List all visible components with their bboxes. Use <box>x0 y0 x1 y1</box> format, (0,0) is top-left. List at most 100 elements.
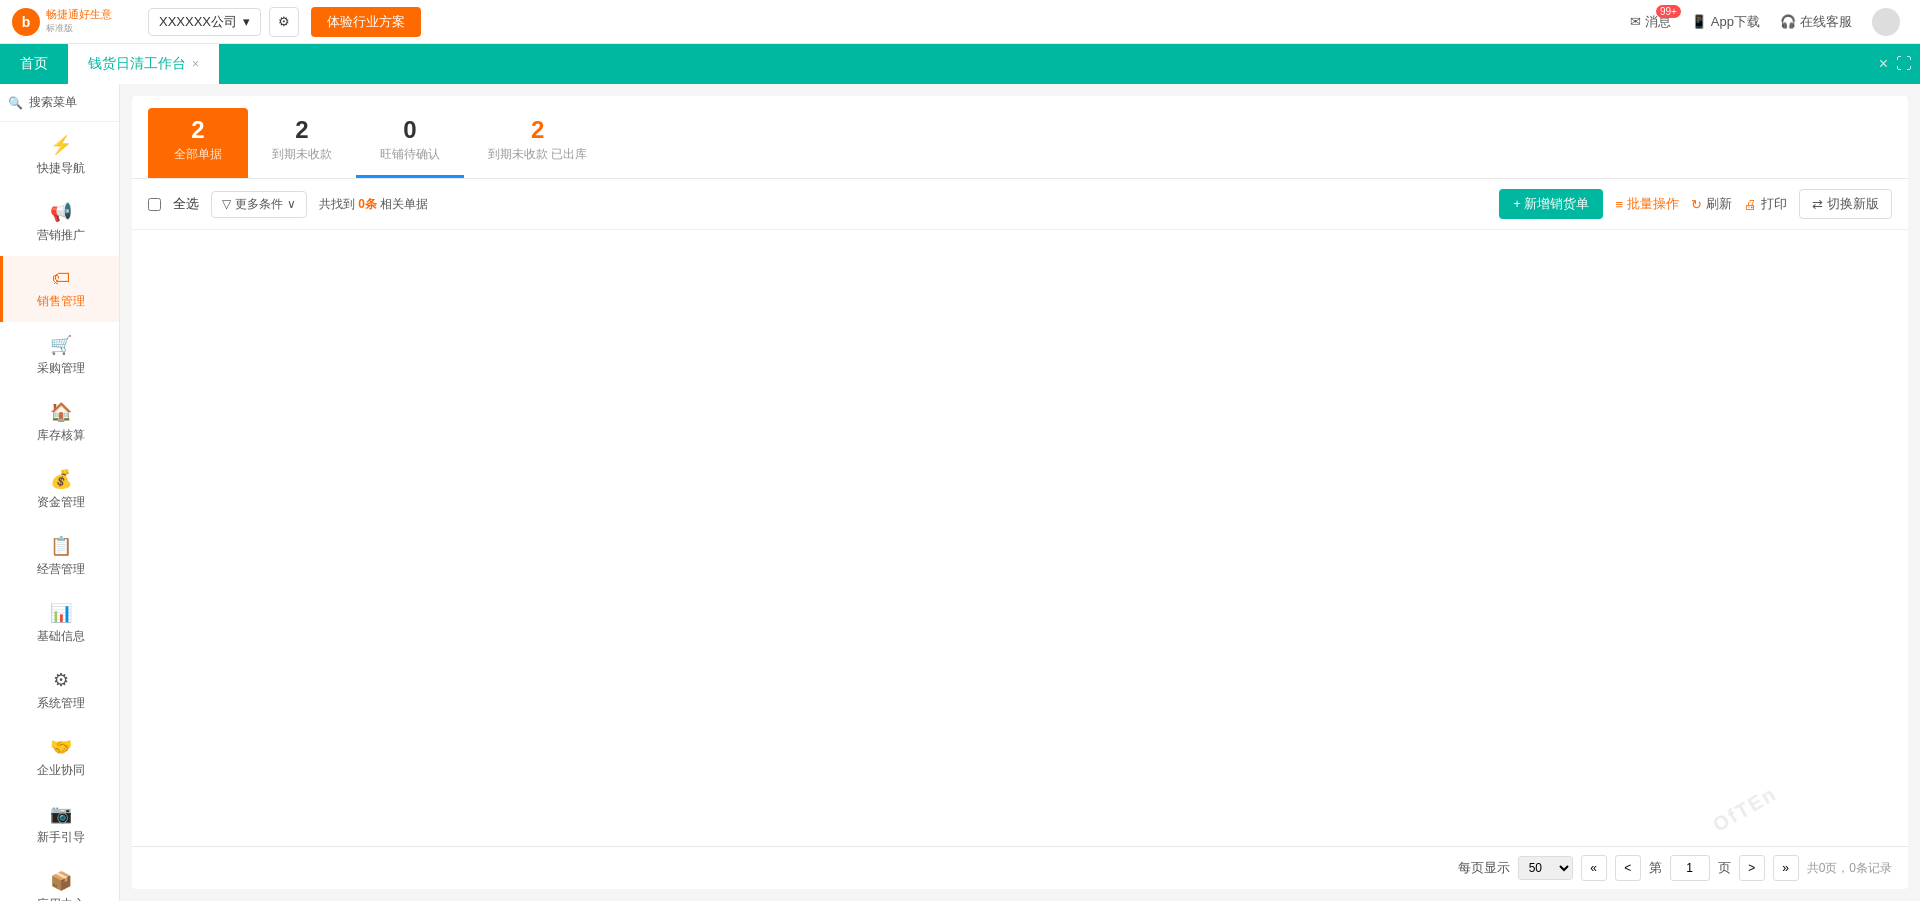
sidebar-item-kuaijie[interactable]: ⚡ 快捷导航 <box>0 122 119 189</box>
sidebar-item-qiye[interactable]: 🤝 企业协同 <box>0 724 119 791</box>
lightning-icon: ⚡ <box>50 134 72 156</box>
sidebar-item-yingxiao[interactable]: 📢 营销推广 <box>0 189 119 256</box>
total-text: 共0页，0条记录 <box>1807 860 1892 877</box>
megaphone-icon: 📢 <box>50 201 72 223</box>
filter-button[interactable]: ▽ 更多条件 ∨ <box>211 191 307 218</box>
refresh-label: 刷新 <box>1706 195 1732 213</box>
stat-tab-overdue-out[interactable]: 2 到期未收款 已出库 <box>464 108 611 178</box>
sidebar-item-caigou[interactable]: 🛒 采购管理 <box>0 322 119 389</box>
found-count: 0条 <box>358 197 377 211</box>
close-window-icon[interactable]: × <box>1879 55 1888 73</box>
logo-area: b 畅捷通好生意 标准版 <box>12 8 132 36</box>
print-label: 打印 <box>1761 195 1787 213</box>
sidebar-item-xinshou[interactable]: 📷 新手引导 <box>0 791 119 858</box>
sidebar-item-kucun[interactable]: 🏠 库存核算 <box>0 389 119 456</box>
tab-work-platform-label: 钱货日清工作台 <box>88 55 186 73</box>
logo-sub: 标准版 <box>46 22 112 35</box>
found-prefix: 共找到 <box>319 197 355 211</box>
stat-tab-wangpu[interactable]: 0 旺铺待确认 <box>356 108 464 178</box>
app-icon: 📦 <box>50 870 72 892</box>
first-page-button[interactable]: « <box>1581 855 1607 881</box>
last-page-button[interactable]: » <box>1773 855 1799 881</box>
sidebar-item-label: 采购管理 <box>37 360 85 377</box>
sidebar-item-jingying[interactable]: 📋 经营管理 <box>0 523 119 590</box>
prev-page-button[interactable]: < <box>1615 855 1641 881</box>
stat-overdue-label: 到期未收款 <box>272 146 332 163</box>
per-page-label: 每页显示 <box>1458 859 1510 877</box>
user-avatar[interactable] <box>1872 8 1908 36</box>
money-icon: 💰 <box>50 468 72 490</box>
tab-close-icon[interactable]: × <box>192 57 199 71</box>
add-sales-order-button[interactable]: + 新增销货单 <box>1499 189 1603 219</box>
settings-button[interactable]: ⚙ <box>269 7 299 37</box>
message-icon: ✉ <box>1630 14 1641 29</box>
sidebar-item-label: 资金管理 <box>37 494 85 511</box>
sidebar-item-label: 营销推广 <box>37 227 85 244</box>
message-button[interactable]: ✉ 消息 99+ <box>1630 13 1671 31</box>
sidebar-item-xiaoshou[interactable]: 🏷 销售管理 <box>0 256 119 322</box>
next-page-button[interactable]: > <box>1739 855 1765 881</box>
maximize-icon[interactable]: ⛶ <box>1896 55 1912 73</box>
filter-label: 更多条件 <box>235 196 283 213</box>
message-badge: 99+ <box>1656 5 1681 18</box>
refresh-button[interactable]: ↻ 刷新 <box>1691 195 1732 213</box>
tab-home[interactable]: 首页 <box>0 44 68 84</box>
main-layout: 🔍 搜索菜单 ⚡ 快捷导航 📢 营销推广 🏷 销售管理 🛒 采购管理 🏠 库存核… <box>0 84 1920 901</box>
found-suffix: 相关单据 <box>380 197 428 211</box>
stat-all-number: 2 <box>191 116 204 144</box>
page-suffix: 页 <box>1718 859 1731 877</box>
toolbar-right: + 新增销货单 ≡ 批量操作 ↻ 刷新 🖨 打印 ⇄ <box>1499 189 1892 219</box>
gear-icon: ⚙ <box>278 14 290 29</box>
stat-overdue-out-number: 2 <box>531 116 544 144</box>
tab-work-platform[interactable]: 钱货日清工作台 × <box>68 44 219 84</box>
chevron-down-icon: ∨ <box>287 197 296 211</box>
sidebar: 🔍 搜索菜单 ⚡ 快捷导航 📢 营销推广 🏷 销售管理 🛒 采购管理 🏠 库存核… <box>0 84 120 901</box>
guide-icon: 📷 <box>50 803 72 825</box>
headset-icon: 🎧 <box>1780 14 1796 29</box>
company-name: XXXXXX公司 <box>159 13 237 31</box>
page-number-input[interactable] <box>1670 855 1710 881</box>
online-service-button[interactable]: 🎧 在线客服 <box>1780 13 1852 31</box>
pagination-bar: 每页显示 50 100 200 « < 第 页 > » 共0页，0条记录 <box>132 846 1908 889</box>
sidebar-search[interactable]: 🔍 搜索菜单 <box>0 84 119 122</box>
refresh-icon: ↻ <box>1691 197 1702 212</box>
sidebar-item-jichu[interactable]: 📊 基础信息 <box>0 590 119 657</box>
avatar <box>1872 8 1900 36</box>
stat-tab-all[interactable]: 2 全部单据 <box>148 108 248 178</box>
select-all-checkbox[interactable] <box>148 198 161 211</box>
switch-icon: ⇄ <box>1812 197 1823 212</box>
sidebar-item-label: 新手引导 <box>37 829 85 846</box>
app-download-button[interactable]: 📱 App下载 <box>1691 13 1760 31</box>
search-label: 搜索菜单 <box>29 94 77 111</box>
stat-tab-overdue[interactable]: 2 到期未收款 <box>248 108 356 178</box>
report-icon: 📋 <box>50 535 72 557</box>
sidebar-item-zijin[interactable]: 💰 资金管理 <box>0 456 119 523</box>
page-label: 第 <box>1649 859 1662 877</box>
print-button[interactable]: 🖨 打印 <box>1744 195 1787 213</box>
sidebar-item-label: 经营管理 <box>37 561 85 578</box>
per-page-select[interactable]: 50 100 200 <box>1518 856 1573 880</box>
info-icon: 📊 <box>50 602 72 624</box>
warehouse-icon: 🏠 <box>50 401 72 423</box>
experience-button[interactable]: 体验行业方案 <box>311 7 421 37</box>
table-area <box>132 230 1908 846</box>
cart-icon: 🛒 <box>50 334 72 356</box>
sidebar-item-yingyong[interactable]: 📦 应用中心 <box>0 858 119 901</box>
batch-operation-button[interactable]: ≡ 批量操作 <box>1615 195 1679 213</box>
collab-icon: 🤝 <box>50 736 72 758</box>
stat-overdue-out-label: 到期未收款 已出库 <box>488 146 587 163</box>
logo-text-area: 畅捷通好生意 标准版 <box>46 8 112 34</box>
chevron-down-icon: ▾ <box>243 14 250 29</box>
switch-version-button[interactable]: ⇄ 切换新版 <box>1799 189 1892 219</box>
header-right: ✉ 消息 99+ 📱 App下载 🎧 在线客服 <box>1630 8 1908 36</box>
sidebar-item-xitong[interactable]: ⚙ 系统管理 <box>0 657 119 724</box>
company-selector[interactable]: XXXXXX公司 ▾ <box>148 8 261 36</box>
switch-label: 切换新版 <box>1827 195 1879 213</box>
print-icon: 🖨 <box>1744 197 1757 212</box>
batch-icon: ≡ <box>1615 197 1623 212</box>
online-service-label: 在线客服 <box>1800 13 1852 31</box>
filter-icon: ▽ <box>222 197 231 211</box>
select-all-label[interactable]: 全选 <box>173 195 199 213</box>
toolbar: 全选 ▽ 更多条件 ∨ 共找到 0条 相关单据 + 新增销货单 ≡ 批量操作 <box>132 179 1908 230</box>
sidebar-item-label: 企业协同 <box>37 762 85 779</box>
